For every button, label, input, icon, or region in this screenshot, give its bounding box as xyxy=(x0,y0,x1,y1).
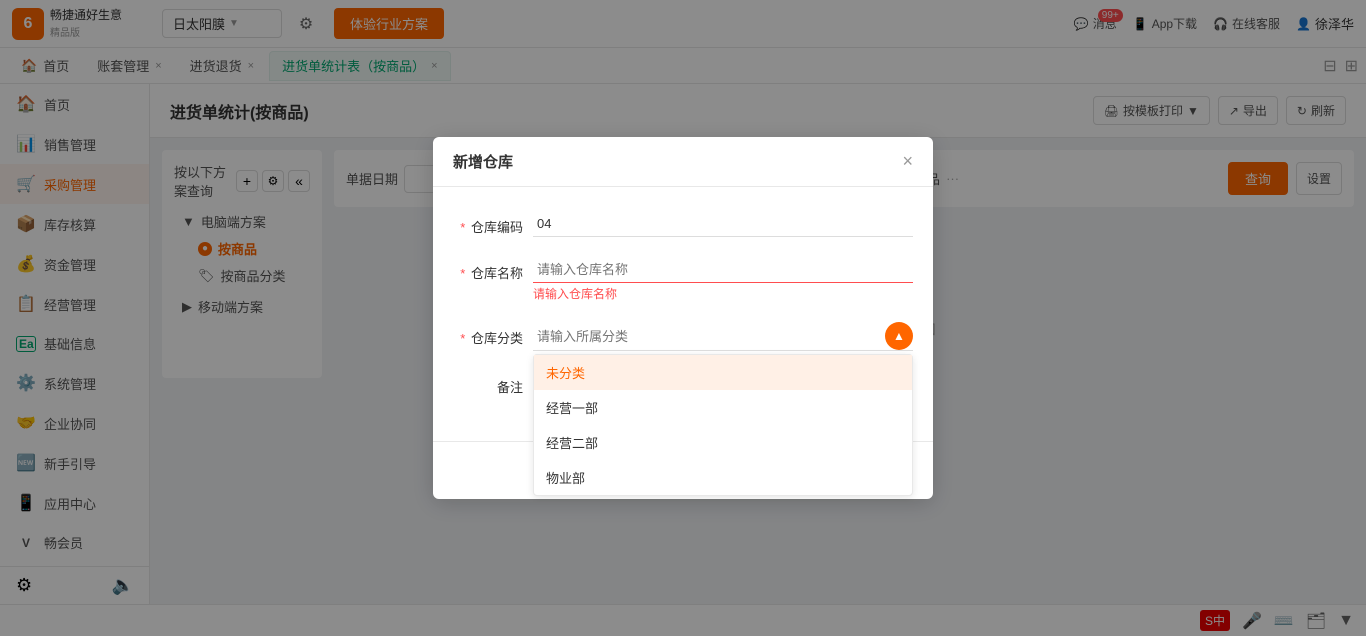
name-required: * xyxy=(460,266,465,281)
dialog-title: 新增仓库 xyxy=(453,151,513,172)
category-toggle-button[interactable]: ▲ xyxy=(885,322,913,350)
category-label: * 仓库分类 xyxy=(453,322,533,347)
dialog-body: * 仓库编码 * 仓库名称 请输入仓库名称 * 仓库分类 xyxy=(433,187,933,441)
category-field: * 仓库分类 ▲ 未分类 经营一部 经营二部 物业部 xyxy=(453,322,913,351)
category-dropdown: 未分类 经营一部 经营二部 物业部 xyxy=(533,354,913,496)
dropdown-item-dept3[interactable]: 物业部 xyxy=(534,460,912,495)
code-input-wrapper xyxy=(533,211,913,237)
category-input[interactable] xyxy=(533,324,885,349)
code-field: * 仓库编码 xyxy=(453,211,913,237)
dropdown-item-unclassified[interactable]: 未分类 xyxy=(534,355,912,390)
name-input-wrapper: 请输入仓库名称 xyxy=(533,257,913,302)
code-label: * 仓库编码 xyxy=(453,211,533,236)
dropdown-item-dept2[interactable]: 经营二部 xyxy=(534,425,912,460)
note-label: 备注 xyxy=(453,371,533,396)
name-input[interactable] xyxy=(533,257,913,283)
new-warehouse-dialog: 新增仓库 × * 仓库编码 * 仓库名称 请输入仓库名称 xyxy=(433,137,933,499)
dialog-header: 新增仓库 × xyxy=(433,137,933,187)
name-label: * 仓库名称 xyxy=(453,257,533,282)
category-input-row: ▲ xyxy=(533,322,913,351)
dialog-close-button[interactable]: × xyxy=(902,151,913,172)
name-error-msg: 请输入仓库名称 xyxy=(533,285,913,302)
category-input-wrapper: ▲ 未分类 经营一部 经营二部 物业部 xyxy=(533,322,913,351)
name-field: * 仓库名称 请输入仓库名称 xyxy=(453,257,913,302)
dropdown-item-dept1[interactable]: 经营一部 xyxy=(534,390,912,425)
category-required: * xyxy=(460,331,465,346)
code-required: * xyxy=(460,220,465,235)
code-input[interactable] xyxy=(533,211,913,237)
